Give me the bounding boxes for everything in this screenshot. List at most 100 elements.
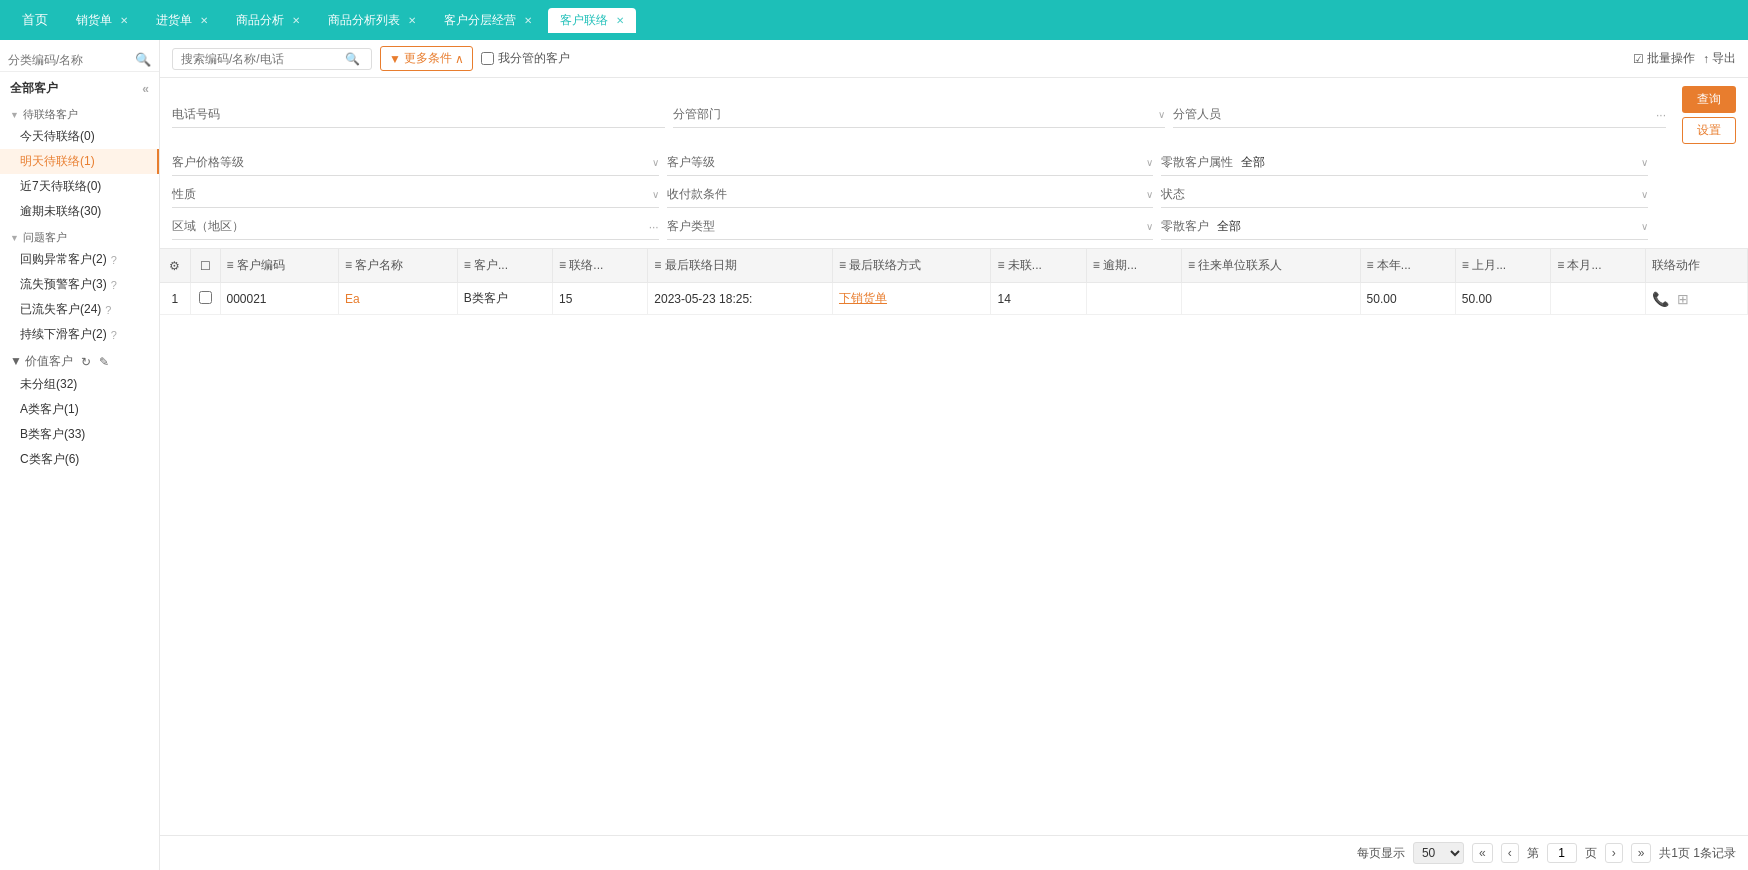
sidebar-search-box: 🔍 [0, 48, 159, 72]
col-name[interactable]: ≡ 客户名称 [339, 249, 458, 283]
query-button[interactable]: 查询 [1682, 86, 1736, 113]
filter-status[interactable]: 状态 ∨ [1161, 182, 1648, 208]
nav-close-sales[interactable]: ✕ [120, 15, 128, 26]
nav-product-analysis[interactable]: 商品分析 ✕ [224, 8, 312, 33]
my-customers-checkbox-label[interactable]: 我分管的客户 [481, 50, 570, 67]
page-number-input[interactable] [1547, 843, 1577, 863]
help-icon-1: ? [111, 254, 117, 266]
filter-buttons: 查询 设置 [1674, 86, 1736, 144]
sidebar-section-value: ▼ 价值客户 ↻ ✎ [0, 347, 159, 372]
filter-retail-attr-arrow: ∨ [1641, 157, 1648, 168]
filter-nature[interactable]: 性质 ∨ [172, 182, 659, 208]
col-uncontacted[interactable]: ≡ 未联... [991, 249, 1086, 283]
sidebar-all-customers[interactable]: 全部客户 « [0, 76, 159, 101]
filter-customer-grade[interactable]: 客户等级 ∨ [667, 150, 1154, 176]
col-checkbox[interactable]: ☐ [190, 249, 220, 283]
row-checkbox[interactable] [199, 291, 212, 304]
nav-close-product-list[interactable]: ✕ [408, 15, 416, 26]
cell-contact-person [1182, 283, 1360, 315]
sidebar-item-class-b[interactable]: B类客户(33) [0, 422, 159, 447]
first-page-button[interactable]: « [1472, 843, 1493, 863]
filter-retail-customer[interactable]: 零散客户 全部 ∨ [1161, 214, 1648, 240]
content-area: 🔍 ▼ 更多条件 ∧ 我分管的客户 ☑ 批量操作 ↑ 导出 [160, 40, 1748, 870]
col-code[interactable]: ≡ 客户编码 [220, 249, 339, 283]
value-edit-icon[interactable]: ✎ [99, 355, 109, 369]
sidebar-item-overdue[interactable]: 逾期未联络(30) [0, 199, 159, 224]
sidebar-item-class-c[interactable]: C类客户(6) [0, 447, 159, 472]
col-last-method[interactable]: ≡ 最后联络方式 [832, 249, 990, 283]
col-last-month[interactable]: ≡ 上月... [1455, 249, 1550, 283]
col-this-month[interactable]: ≡ 本月... [1551, 249, 1646, 283]
filter-person[interactable]: 分管人员 ··· [1173, 102, 1666, 128]
col-contact-person[interactable]: ≡ 往来单位联系人 [1182, 249, 1360, 283]
filter-panel: 电话号码 分管部门 ∨ 分管人员 ··· 查询 设置 [160, 78, 1748, 249]
top-nav: 首页 销货单 ✕ 进货单 ✕ 商品分析 ✕ 商品分析列表 ✕ 客户分层经营 ✕ … [0, 0, 1748, 40]
filter-dept[interactable]: 分管部门 ∨ [673, 102, 1166, 128]
search-input[interactable] [181, 52, 341, 66]
sidebar-item-7days[interactable]: 近7天待联络(0) [0, 174, 159, 199]
sidebar-search-icon[interactable]: 🔍 [135, 52, 151, 67]
prev-page-button[interactable]: ‹ [1501, 843, 1519, 863]
col-this-year[interactable]: ≡ 本年... [1360, 249, 1455, 283]
col-gear[interactable]: ⚙ [160, 249, 190, 283]
phone-action-icon[interactable]: 📞 [1652, 291, 1669, 307]
batch-icon: ☑ [1633, 52, 1644, 66]
sidebar-item-tomorrow[interactable]: 明天待联络(1) [0, 149, 159, 174]
my-customers-checkbox[interactable] [481, 52, 494, 65]
toolbar-search-icon[interactable]: 🔍 [345, 52, 360, 66]
filter-retail-customer-label: 零散客户 [1161, 218, 1209, 235]
export-icon: ↑ [1703, 52, 1709, 66]
per-page-select[interactable]: 50 100 200 [1413, 842, 1464, 864]
filter-status-label: 状态 [1161, 186, 1185, 203]
nav-purchase-order[interactable]: 进货单 ✕ [144, 8, 220, 33]
nav-sales-order[interactable]: 销货单 ✕ [64, 8, 140, 33]
filter-price-grade[interactable]: 客户价格等级 ∨ [172, 150, 659, 176]
sidebar-item-ungrouped[interactable]: 未分组(32) [0, 372, 159, 397]
value-refresh-icon[interactable]: ↻ [81, 355, 91, 369]
cell-name[interactable]: Ea [339, 283, 458, 315]
col-overdue[interactable]: ≡ 逾期... [1086, 249, 1181, 283]
sidebar-item-churned[interactable]: 已流失客户(24) ? [0, 297, 159, 322]
nav-customer-contact[interactable]: 客户联络 ✕ [548, 8, 636, 33]
filter-region-label: 区域（地区） [172, 218, 244, 235]
sidebar-item-today[interactable]: 今天待联络(0) [0, 124, 159, 149]
nav-home[interactable]: 首页 [10, 7, 60, 33]
filter-icon: ▼ [389, 52, 401, 66]
cell-last-month: 50.00 [1455, 283, 1550, 315]
set-button[interactable]: 设置 [1682, 117, 1736, 144]
last-page-button[interactable]: » [1631, 843, 1652, 863]
filter-person-more[interactable]: ··· [1656, 108, 1666, 122]
sidebar-item-churn-warning[interactable]: 流失预警客户(3) ? [0, 272, 159, 297]
filter-region[interactable]: 区域（地区） ··· [172, 214, 659, 240]
sidebar-collapse-icon[interactable]: « [142, 82, 149, 96]
filter-retail-attr[interactable]: 零散客户属性 全部 ∨ [1161, 150, 1648, 176]
filter-payment[interactable]: 收付款条件 ∨ [667, 182, 1154, 208]
filter-dept-arrow: ∨ [1158, 109, 1165, 120]
sidebar-item-declining[interactable]: 持续下滑客户(2) ? [0, 322, 159, 347]
filter-region-more[interactable]: ··· [649, 220, 659, 234]
filter-phone-input[interactable] [228, 108, 665, 122]
nav-customer-tier[interactable]: 客户分层经营 ✕ [432, 8, 544, 33]
sidebar-item-abnormal[interactable]: 回购异常客户(2) ? [0, 247, 159, 272]
table-area: ⚙ ☐ ≡ 客户编码 ≡ 客户名称 ≡ 客户... ≡ 联络... ≡ 最后联络… [160, 249, 1748, 835]
nav-close-product[interactable]: ✕ [292, 15, 300, 26]
col-contact-count[interactable]: ≡ 联络... [553, 249, 648, 283]
export-button[interactable]: ↑ 导出 [1703, 50, 1736, 67]
cell-last-method[interactable]: 下销货单 [832, 283, 990, 315]
batch-operation-button[interactable]: ☑ 批量操作 [1633, 50, 1695, 67]
col-last-date[interactable]: ≡ 最后联络日期 [648, 249, 833, 283]
next-page-button[interactable]: › [1605, 843, 1623, 863]
cell-checkbox[interactable] [190, 283, 220, 315]
nav-close-customer-contact[interactable]: ✕ [616, 15, 624, 26]
nav-close-customer-tier[interactable]: ✕ [524, 15, 532, 26]
filter-customer-type[interactable]: 客户类型 ∨ [667, 214, 1154, 240]
per-page-label: 每页显示 [1357, 845, 1405, 862]
more-filter-button[interactable]: ▼ 更多条件 ∧ [380, 46, 473, 71]
nav-close-purchase[interactable]: ✕ [200, 15, 208, 26]
grid-action-icon[interactable]: ⊞ [1677, 291, 1689, 307]
col-type[interactable]: ≡ 客户... [457, 249, 552, 283]
nav-product-analysis-list[interactable]: 商品分析列表 ✕ [316, 8, 428, 33]
last-method-link[interactable]: 下销货单 [839, 291, 887, 305]
sidebar-item-class-a[interactable]: A类客户(1) [0, 397, 159, 422]
sidebar-search-input[interactable] [8, 53, 135, 67]
